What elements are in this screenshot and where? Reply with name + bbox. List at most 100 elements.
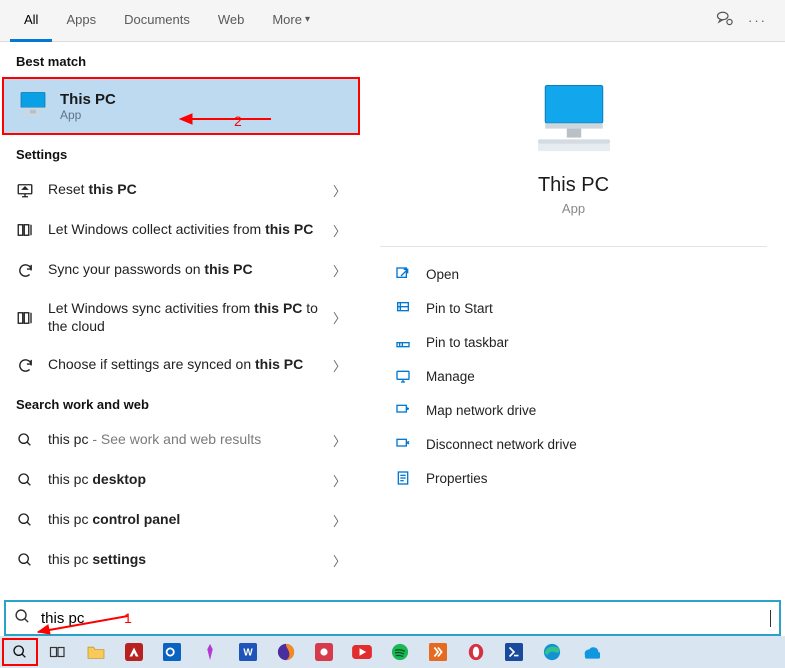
section-best-match: Best match <box>0 42 362 77</box>
web-item-1-text: this pc desktop <box>48 471 333 489</box>
taskbar-app2-icon[interactable] <box>306 638 342 666</box>
pin-taskbar-icon <box>394 333 412 351</box>
action-pin-start[interactable]: Pin to Start <box>380 291 767 325</box>
tab-apps[interactable]: Apps <box>52 0 110 42</box>
manage-icon <box>394 367 412 385</box>
web-item-0[interactable]: this pc - See work and web results 〉 <box>0 420 362 460</box>
taskbar-taskview-icon[interactable] <box>40 638 76 666</box>
search-icon <box>16 511 34 529</box>
chevron-down-icon: ▾ <box>305 14 310 25</box>
best-match-this-pc[interactable]: This PC App <box>2 77 360 135</box>
settings-item-4-text: Choose if settings are synced on this PC <box>48 356 333 374</box>
web-item-2-text: this pc control panel <box>48 511 333 529</box>
section-settings: Settings <box>0 135 362 170</box>
taskbar-opera-icon[interactable] <box>458 638 494 666</box>
settings-item-1-text: Let Windows collect activities from this… <box>48 221 333 239</box>
action-pin-taskbar-label: Pin to taskbar <box>426 335 509 350</box>
taskbar-outlook-icon[interactable] <box>154 638 190 666</box>
text-cursor <box>770 610 771 627</box>
settings-item-0[interactable]: Reset this PC 〉 <box>0 170 362 210</box>
taskbar-app-icon[interactable] <box>192 638 228 666</box>
taskbar-anydesk-icon[interactable] <box>420 638 456 666</box>
chevron-right-icon: 〉 <box>333 431 346 450</box>
timeline-icon <box>16 309 34 327</box>
details-panel: This PC App Open Pin to Start Pin to tas… <box>362 42 785 600</box>
web-item-2[interactable]: this pc control panel 〉 <box>0 500 362 540</box>
taskbar-spotify-icon[interactable] <box>382 638 418 666</box>
feedback-icon[interactable] <box>716 10 734 31</box>
web-item-0-text: this pc - See work and web results <box>48 431 333 449</box>
action-disconnect-drive[interactable]: Disconnect network drive <box>380 427 767 461</box>
taskbar-adobe-icon[interactable] <box>116 638 152 666</box>
action-manage-label: Manage <box>426 369 475 384</box>
results-panel: Best match This PC App Settings Re <box>0 42 362 600</box>
search-icon <box>16 471 34 489</box>
chevron-right-icon: 〉 <box>333 221 346 240</box>
taskbar-firefox-icon[interactable] <box>268 638 304 666</box>
settings-item-3[interactable]: Let Windows sync activities from this PC… <box>0 290 362 345</box>
taskbar-search-button[interactable] <box>2 638 38 666</box>
action-disconnect-drive-label: Disconnect network drive <box>426 437 577 452</box>
taskbar-powershell-icon[interactable] <box>496 638 532 666</box>
details-sub: App <box>380 201 767 216</box>
settings-item-1[interactable]: Let Windows collect activities from this… <box>0 210 362 250</box>
tab-web[interactable]: Web <box>204 0 259 42</box>
action-properties-label: Properties <box>426 471 488 486</box>
properties-icon <box>394 469 412 487</box>
reset-icon <box>16 181 34 199</box>
more-options-icon[interactable]: ··· <box>748 13 767 28</box>
chevron-right-icon: 〉 <box>333 551 346 570</box>
timeline-icon <box>16 221 34 239</box>
chevron-right-icon: 〉 <box>333 471 346 490</box>
taskbar-youtube-icon[interactable] <box>344 638 380 666</box>
sync-icon <box>16 261 34 279</box>
map-drive-icon <box>394 401 412 419</box>
tab-more[interactable]: More▾ <box>258 0 324 42</box>
search-bar[interactable] <box>4 600 781 636</box>
taskbar-explorer-icon[interactable] <box>78 638 114 666</box>
search-icon <box>16 431 34 449</box>
best-match-sub: App <box>60 108 116 122</box>
this-pc-large-icon <box>529 80 619 160</box>
settings-item-2-text: Sync your passwords on this PC <box>48 261 333 279</box>
details-title: This PC <box>380 174 767 197</box>
chevron-right-icon: 〉 <box>333 511 346 530</box>
best-match-title: This PC <box>60 91 116 108</box>
svg-text:W: W <box>243 648 253 659</box>
web-item-3-text: this pc settings <box>48 551 333 569</box>
action-pin-taskbar[interactable]: Pin to taskbar <box>380 325 767 359</box>
section-search-web: Search work and web <box>0 385 362 420</box>
web-item-3[interactable]: this pc settings 〉 <box>0 540 362 580</box>
taskbar: W <box>0 636 785 668</box>
action-map-drive-label: Map network drive <box>426 403 536 418</box>
search-tabs: All Apps Documents Web More▾ ··· <box>0 0 785 42</box>
taskbar-word-icon[interactable]: W <box>230 638 266 666</box>
search-icon <box>16 551 34 569</box>
taskbar-onedrive-icon[interactable] <box>572 638 608 666</box>
tab-documents[interactable]: Documents <box>110 0 204 42</box>
search-input[interactable] <box>41 610 772 627</box>
action-open[interactable]: Open <box>380 257 767 291</box>
action-pin-start-label: Pin to Start <box>426 301 493 316</box>
chevron-right-icon: 〉 <box>333 261 346 280</box>
taskbar-edge-icon[interactable] <box>534 638 570 666</box>
settings-item-4[interactable]: Choose if settings are synced on this PC… <box>0 345 362 385</box>
this-pc-icon <box>18 91 48 121</box>
settings-item-3-text: Let Windows sync activities from this PC… <box>48 300 333 335</box>
settings-item-0-text: Reset this PC <box>48 181 333 199</box>
action-map-drive[interactable]: Map network drive <box>380 393 767 427</box>
pin-start-icon <box>394 299 412 317</box>
sync-icon <box>16 356 34 374</box>
tab-all[interactable]: All <box>10 0 52 42</box>
chevron-right-icon: 〉 <box>333 181 346 200</box>
settings-item-2[interactable]: Sync your passwords on this PC 〉 <box>0 250 362 290</box>
web-item-1[interactable]: this pc desktop 〉 <box>0 460 362 500</box>
open-icon <box>394 265 412 283</box>
action-manage[interactable]: Manage <box>380 359 767 393</box>
disconnect-drive-icon <box>394 435 412 453</box>
chevron-right-icon: 〉 <box>333 308 346 327</box>
action-open-label: Open <box>426 267 459 282</box>
action-properties[interactable]: Properties <box>380 461 767 495</box>
search-icon <box>14 608 31 628</box>
chevron-right-icon: 〉 <box>333 356 346 375</box>
